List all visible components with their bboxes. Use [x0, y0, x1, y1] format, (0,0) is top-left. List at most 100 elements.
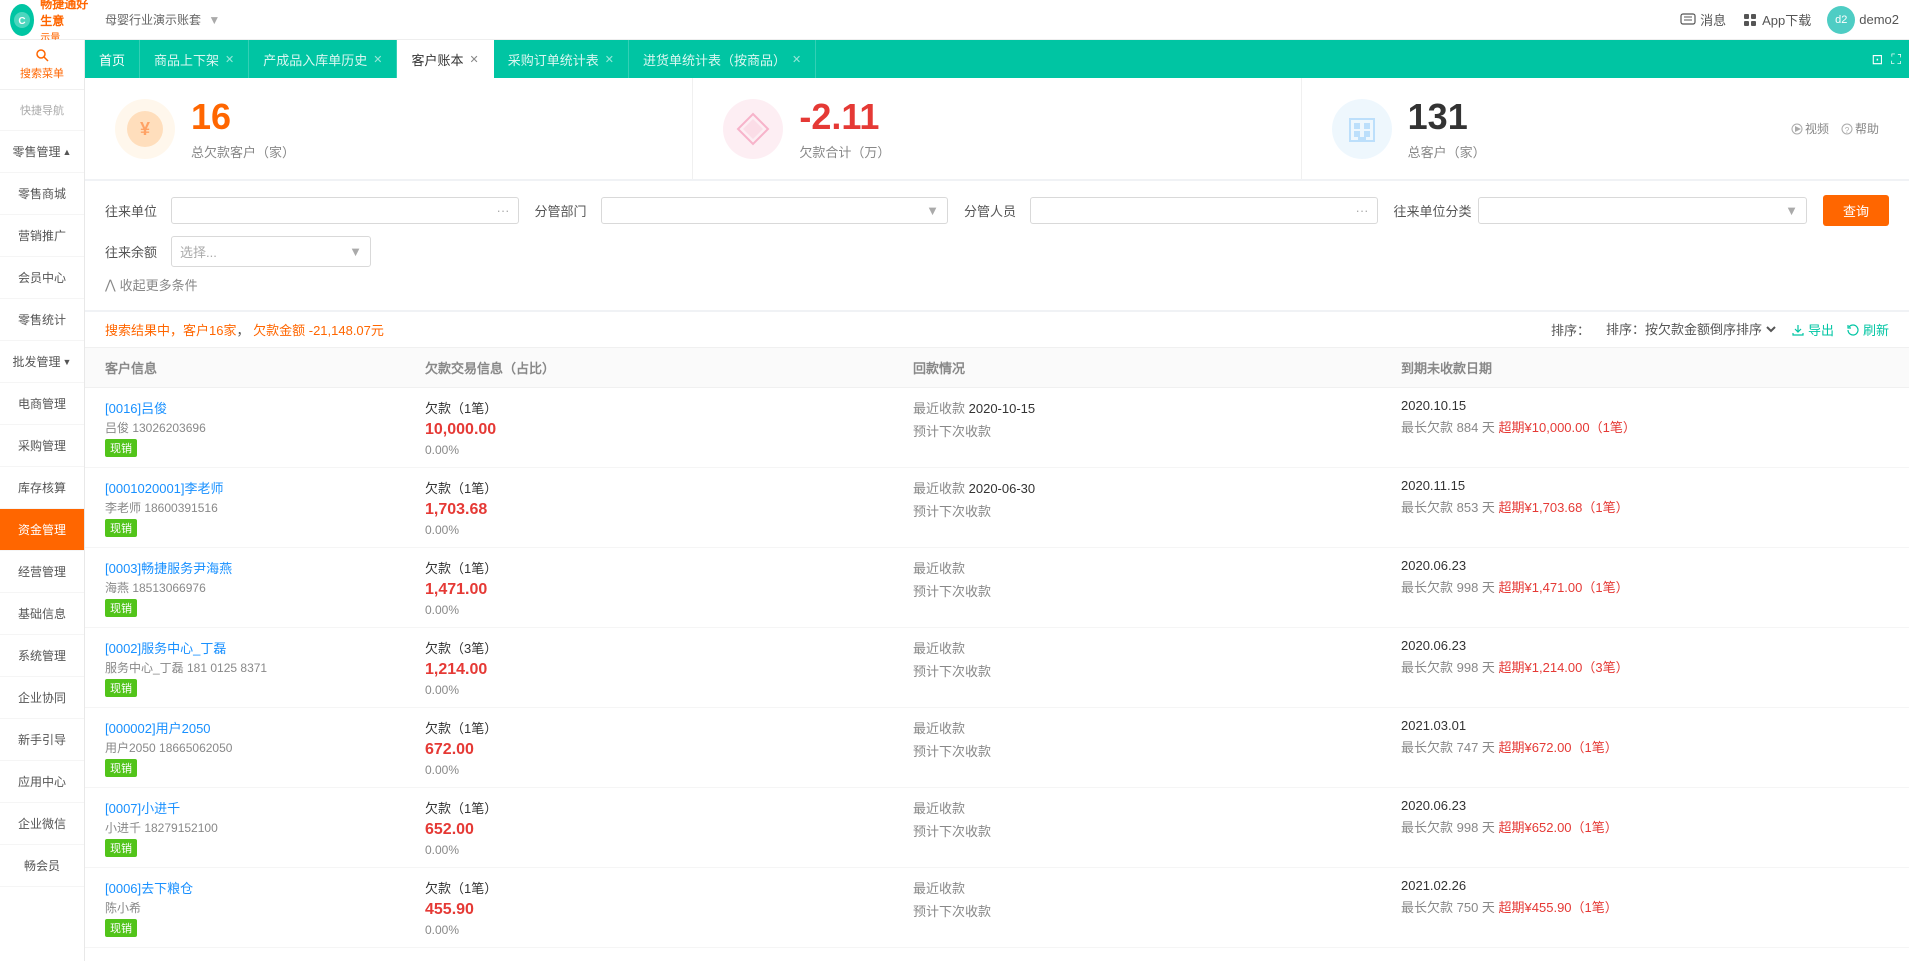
sidebar-item-basic-info[interactable]: 基础信息	[0, 593, 84, 635]
sidebar-item-ecommerce[interactable]: 电商管理	[0, 383, 84, 425]
tab-close-product-history[interactable]: ✕	[373, 53, 382, 66]
chevron-down-icon: ▲	[63, 147, 72, 157]
sidebar-item-app-center[interactable]: 应用中心	[0, 761, 84, 803]
tab-fullscreen-btn[interactable]: ⛶	[1891, 51, 1901, 68]
customer-tag-0003: 现销	[105, 599, 137, 617]
sidebar-item-retail-stats[interactable]: 零售统计	[0, 299, 84, 341]
customer-tag-00010200001: 现销	[105, 519, 137, 537]
sidebar-item-sys-mgmt[interactable]: 系统管理	[0, 635, 84, 677]
filter-category-arrow: ▼	[1785, 203, 1798, 218]
filter-balance-arrow: ▼	[349, 244, 362, 259]
customer-phone-0002: 服务中心_丁磊 181 0125 8371	[105, 659, 425, 676]
user-avatar-area[interactable]: d2 demo2	[1827, 6, 1899, 34]
filter-person-input[interactable]: ···	[1030, 197, 1378, 224]
sidebar-search-label: 搜索菜单	[6, 65, 78, 81]
sidebar-item-purchase[interactable]: 采购管理	[0, 425, 84, 467]
customer-name-000002[interactable]: [000002]用户2050	[105, 718, 425, 737]
tab-close-stock-stats[interactable]: ✕	[792, 53, 801, 66]
customer-tag-0007: 现销	[105, 839, 137, 857]
export-btn[interactable]: 导出	[1791, 320, 1834, 339]
top-right: 消息 App下载 d2 demo2	[1680, 6, 1899, 34]
tab-customer-account[interactable]: 客户账本 ✕	[397, 40, 493, 78]
col-header-debt: 欠款交易信息（占比）	[425, 358, 913, 377]
debt-info-0006: 欠款（1笔） 455.90 0.00%	[425, 878, 913, 937]
chevron-down-icon-2: ▼	[63, 357, 72, 367]
logo-text: 畅捷通好生意	[40, 0, 95, 29]
logo-area: C 畅捷通好生意 示量	[10, 0, 95, 44]
debt-info-0007: 欠款（1笔） 652.00 0.00%	[425, 798, 913, 857]
query-button[interactable]: 查询	[1823, 195, 1889, 226]
debt-info-0002: 欠款（3笔） 1,214.00 0.00%	[425, 638, 913, 697]
results-actions: 排序： 排序：按欠款金额倒序排序 导出 刷新	[1551, 320, 1889, 339]
filter-dept-select[interactable]: ▼	[601, 197, 949, 224]
company-selector[interactable]: 母婴行业演示账套 ▼	[95, 11, 1680, 28]
sidebar-search[interactable]: 搜索菜单	[0, 40, 84, 90]
help-link[interactable]: ? 帮助	[1841, 120, 1879, 137]
refresh-btn[interactable]: 刷新	[1846, 320, 1889, 339]
sidebar-item-member[interactable]: 会员中心	[0, 257, 84, 299]
tab-home[interactable]: 首页	[85, 40, 140, 78]
sidebar-item-retail-mgmt[interactable]: 零售管理 ▲	[0, 131, 84, 173]
customer-info-0006: [0006]去下粮仓 陈小希 现销	[105, 878, 425, 937]
sidebar-item-enterprise[interactable]: 企业协同	[0, 677, 84, 719]
filter-person: 分管人员 ···	[964, 197, 1378, 224]
sort-select[interactable]: 排序：按欠款金额倒序排序	[1602, 321, 1779, 338]
sidebar-item-retail-mall[interactable]: 零售商城	[0, 173, 84, 215]
app-icon	[1742, 12, 1758, 28]
app-download-btn[interactable]: App下载	[1742, 10, 1811, 29]
sidebar-item-batch-mgmt[interactable]: 批发管理 ▼	[0, 341, 84, 383]
filter-supplier-dots: ···	[497, 203, 510, 218]
collapse-btn[interactable]: ⋀ 收起更多条件	[105, 271, 1889, 298]
customer-info-0016: [0016]吕俊 吕俊 13026203696 现销	[105, 398, 425, 457]
sidebar-item-wechat[interactable]: 企业微信	[0, 803, 84, 845]
sidebar-item-vip[interactable]: 畅会员	[0, 845, 84, 887]
filter-dept-arrow: ▼	[926, 203, 939, 218]
tab-product-history[interactable]: 产成品入库单历史 ✕	[249, 40, 397, 78]
filter-supplier-input[interactable]: ···	[171, 197, 519, 224]
customer-info-000002: [000002]用户2050 用户2050 18665062050 现销	[105, 718, 425, 777]
svg-text:¥: ¥	[140, 119, 150, 139]
table-row: [0007]小进千 小进千 18279152100 现销 欠款（1笔） 652.…	[85, 788, 1909, 868]
message-icon	[1680, 12, 1696, 28]
customer-name-00010200001[interactable]: [0001020001]李老师	[105, 478, 425, 497]
overdue-info-000002: 2021.03.01 最长欠款 747 天 超期¥672.00（1笔）	[1401, 718, 1889, 756]
tab-expand-btn[interactable]: ⊡	[1871, 51, 1883, 68]
filter-person-dots: ···	[1356, 203, 1369, 218]
customer-name-0016[interactable]: [0016]吕俊	[105, 398, 425, 417]
recovery-info-0016: 最近收款 2020-10-15 预计下次收款	[913, 398, 1401, 440]
filter-balance-select[interactable]: 选择... ▼	[171, 236, 371, 267]
filter-category-label: 往来单位分类	[1394, 201, 1472, 220]
customer-phone-00010200001: 李老师 18600391516	[105, 499, 425, 516]
customer-name-0006[interactable]: [0006]去下粮仓	[105, 878, 425, 897]
customer-phone-0007: 小进千 18279152100	[105, 819, 425, 836]
tab-close-customer-account[interactable]: ✕	[470, 53, 479, 66]
debt-percent-0016: 0.00%	[425, 443, 913, 457]
tab-bar-actions: ⊡ ⛶	[1863, 40, 1909, 78]
overdue-amount-0016[interactable]: 超期¥10,000.00（1笔）	[1499, 420, 1636, 435]
filter-dept-label: 分管部门	[535, 201, 595, 220]
video-link[interactable]: 视频	[1791, 120, 1829, 137]
message-btn[interactable]: 消息	[1680, 10, 1726, 29]
stat-value-total-debt: -2.11	[799, 96, 890, 138]
customer-name-0002[interactable]: [0002]服务中心_丁磊	[105, 638, 425, 657]
sidebar-item-warehouse[interactable]: 库存核算	[0, 467, 84, 509]
table-row: [000002]用户2050 用户2050 18665062050 现销 欠款（…	[85, 708, 1909, 788]
filter-category-select[interactable]: ▼	[1478, 197, 1807, 224]
table-row: [0016]吕俊 吕俊 13026203696 现销 欠款（1笔） 10,000…	[85, 388, 1909, 468]
sidebar-item-guide[interactable]: 新手引导	[0, 719, 84, 761]
sidebar-item-marketing[interactable]: 营销推广	[0, 215, 84, 257]
tab-stock-stats[interactable]: 进货单统计表（按商品） ✕	[629, 40, 816, 78]
tab-product-shelf[interactable]: 商品上下架 ✕	[140, 40, 249, 78]
tab-purchase-stats[interactable]: 采购订单统计表 ✕	[494, 40, 629, 78]
sidebar-item-operations[interactable]: 经营管理	[0, 551, 84, 593]
tab-close-purchase-stats[interactable]: ✕	[605, 53, 614, 66]
recovery-info-0002: 最近收款 预计下次收款	[913, 638, 1401, 680]
customer-name-0007[interactable]: [0007]小进千	[105, 798, 425, 817]
customer-name-0003[interactable]: [0003]畅捷服务尹海燕	[105, 558, 425, 577]
tab-close-product-shelf[interactable]: ✕	[225, 53, 234, 66]
overdue-info-0002: 2020.06.23 最长欠款 998 天 超期¥1,214.00（3笔）	[1401, 638, 1889, 676]
customer-info-00010200001: [0001020001]李老师 李老师 18600391516 现销	[105, 478, 425, 537]
sidebar-item-finance[interactable]: 资金管理	[0, 509, 84, 551]
customer-tag-000002: 现销	[105, 759, 137, 777]
results-info: 搜索结果中，客户16家， 欠款金额 -21,148.07元	[105, 320, 384, 339]
